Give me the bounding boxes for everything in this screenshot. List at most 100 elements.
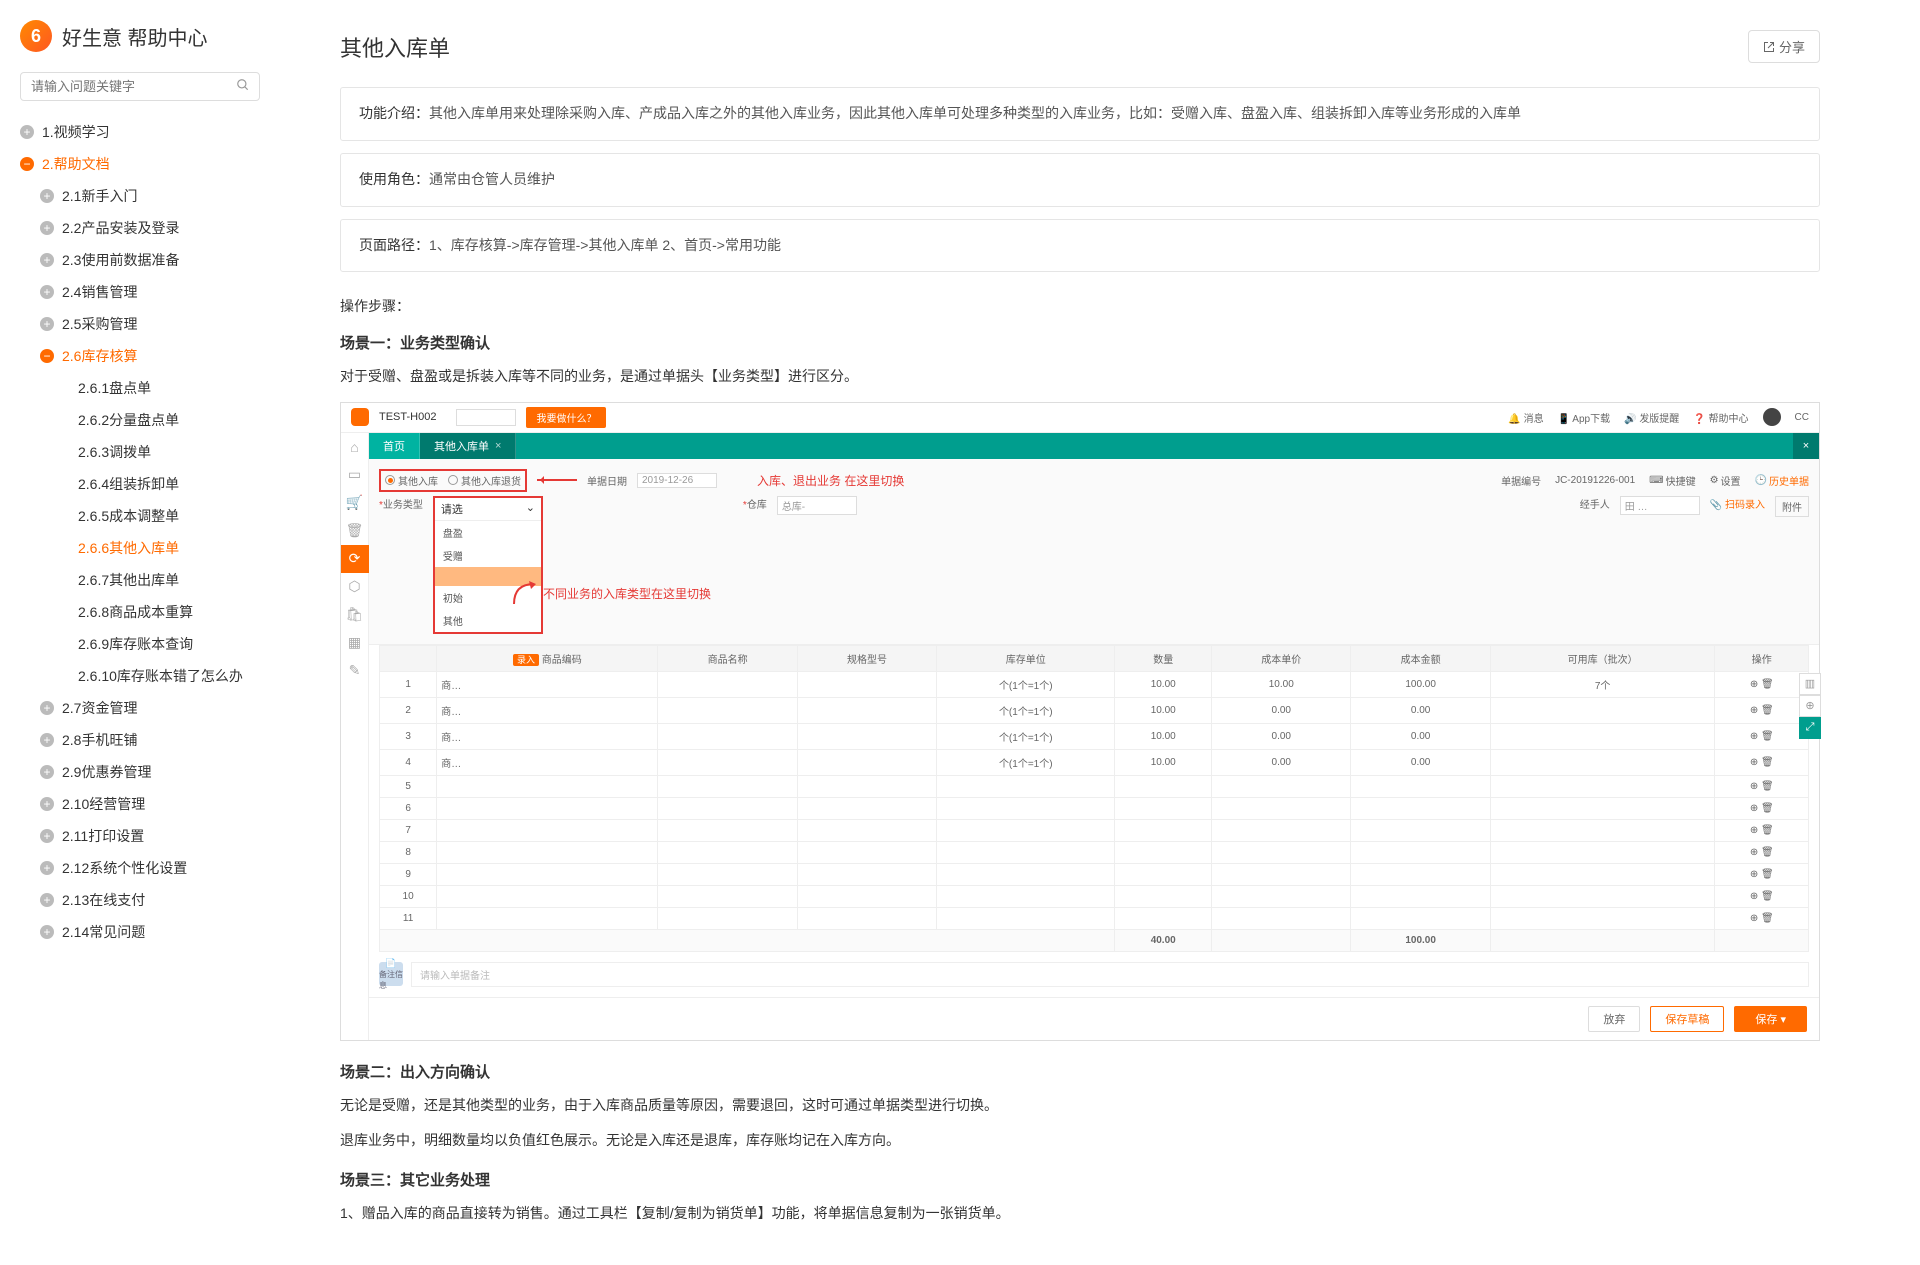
shot-side-icon[interactable]: ⌂ xyxy=(341,433,369,461)
draft-button[interactable]: 保存草稿 xyxy=(1650,1006,1724,1032)
table-row-empty[interactable]: 6⊕ 🗑 xyxy=(380,797,1809,819)
shot-tab-home[interactable]: 首页 xyxy=(369,433,420,459)
nav-label: 2.5采购管理 xyxy=(62,314,137,334)
tool-icon[interactable]: ▥ xyxy=(1799,673,1821,695)
nav-item[interactable]: 2.6.8商品成本重算 xyxy=(20,596,280,628)
shot-top-search-input[interactable] xyxy=(456,409,516,426)
table-row-empty[interactable]: 10⊕ 🗑 xyxy=(380,885,1809,907)
expand-icon[interactable]: + xyxy=(40,285,54,299)
scan-link[interactable]: 📎 扫码录入 xyxy=(1710,496,1765,511)
shot-link-release[interactable]: 🔊 发版提醒 xyxy=(1624,410,1679,425)
save-button[interactable]: 保存 ▾ xyxy=(1734,1006,1807,1032)
table-row-empty[interactable]: 5⊕ 🗑 xyxy=(380,775,1809,797)
nav-item[interactable]: +2.14常见问题 xyxy=(20,916,280,948)
shot-form: 其他入库 其他入库退货 单据日期 2019-12-26 入库、退出业务 在这里切… xyxy=(369,459,1819,645)
shot-side-icon[interactable]: ⬡ xyxy=(341,573,369,601)
nav-item[interactable]: +2.12系统个性化设置 xyxy=(20,852,280,884)
table-row-empty[interactable]: 9⊕ 🗑 xyxy=(380,863,1809,885)
expand-icon[interactable]: + xyxy=(40,765,54,779)
shortcut-link[interactable]: ⌨ 快捷键 xyxy=(1649,473,1695,488)
nav-item[interactable]: 2.6.1盘点单 xyxy=(20,372,280,404)
attach-button[interactable]: 附件 xyxy=(1775,496,1809,517)
table-row[interactable]: 2商…个(1个=1个)10.000.000.00⊕ 🗑 xyxy=(380,697,1809,723)
tool-icon[interactable]: ⤢ xyxy=(1799,717,1821,739)
shot-side-icon[interactable]: 🗑 xyxy=(341,517,369,545)
expand-icon[interactable]: + xyxy=(40,317,54,331)
expand-icon[interactable]: + xyxy=(40,861,54,875)
nav-item[interactable]: +2.8手机旺铺 xyxy=(20,724,280,756)
expand-icon[interactable]: + xyxy=(40,701,54,715)
shot-link-app[interactable]: 📱 App下载 xyxy=(1558,410,1610,425)
nav-item[interactable]: +2.3使用前数据准备 xyxy=(20,244,280,276)
nav-item[interactable]: +2.10经营管理 xyxy=(20,788,280,820)
collapse-icon[interactable]: − xyxy=(40,349,54,363)
expand-icon[interactable]: + xyxy=(40,189,54,203)
close-icon[interactable]: × xyxy=(495,440,501,452)
wh-input[interactable]: 总库- xyxy=(777,496,857,515)
nav-item[interactable]: −2.帮助文档 xyxy=(20,148,280,180)
dropdown-option[interactable]: 受赠 xyxy=(435,544,541,567)
table-row-empty[interactable]: 7⊕ 🗑 xyxy=(380,819,1809,841)
shot-link-msg[interactable]: 🔔 消息 xyxy=(1508,410,1543,425)
shot-tabs-close-all[interactable]: × xyxy=(1793,433,1819,459)
remark-icon: 📄备注信息 xyxy=(379,962,403,986)
shot-side-icon[interactable]: ✎ xyxy=(341,657,369,685)
nav-item[interactable]: +2.5采购管理 xyxy=(20,308,280,340)
table-row[interactable]: 1商…个(1个=1个)10.0010.00100.007个⊕ 🗑 xyxy=(380,671,1809,697)
search-input[interactable] xyxy=(20,72,260,101)
shot-guide-button[interactable]: 我要做什么？ xyxy=(526,407,606,428)
nav-item[interactable]: 2.6.4组装拆卸单 xyxy=(20,468,280,500)
expand-icon[interactable]: + xyxy=(40,893,54,907)
table-row[interactable]: 3商…个(1个=1个)10.000.000.00⊕ 🗑 xyxy=(380,723,1809,749)
dropdown-option[interactable]: 其他 xyxy=(435,609,541,632)
collapse-icon[interactable]: − xyxy=(20,157,34,171)
shot-tab-active[interactable]: 其他入库单× xyxy=(420,433,516,459)
shot-avatar[interactable] xyxy=(1763,408,1781,426)
nav-item[interactable]: +2.11打印设置 xyxy=(20,820,280,852)
nav-item[interactable]: +2.9优惠券管理 xyxy=(20,756,280,788)
shot-side-icon[interactable]: ▭ xyxy=(341,461,369,489)
expand-icon[interactable]: + xyxy=(40,797,54,811)
date-input[interactable]: 2019-12-26 xyxy=(637,473,717,488)
biz-select[interactable]: 请选⌄ xyxy=(435,498,541,521)
radio-in[interactable]: 其他入库 xyxy=(385,473,438,488)
nav-item[interactable]: 2.6.2分量盘点单 xyxy=(20,404,280,436)
nav-item[interactable]: +2.7资金管理 xyxy=(20,692,280,724)
abandon-button[interactable]: 放弃 xyxy=(1588,1006,1640,1032)
shot-side-icon[interactable]: ▦ xyxy=(341,629,369,657)
expand-icon[interactable]: + xyxy=(40,733,54,747)
table-row-empty[interactable]: 8⊕ 🗑 xyxy=(380,841,1809,863)
expand-icon[interactable]: + xyxy=(40,925,54,939)
person-input[interactable]: 田 … xyxy=(1620,496,1700,515)
shot-side-icon[interactable]: 🛍 xyxy=(341,601,369,629)
shot-side-icon-active[interactable]: ⟳ xyxy=(341,545,369,573)
nav-item[interactable]: +2.2产品安装及登录 xyxy=(20,212,280,244)
nav-item[interactable]: +2.1新手入门 xyxy=(20,180,280,212)
expand-icon[interactable]: + xyxy=(20,125,34,139)
expand-icon[interactable]: + xyxy=(40,829,54,843)
nav-item[interactable]: +2.13在线支付 xyxy=(20,884,280,916)
expand-icon[interactable]: + xyxy=(40,221,54,235)
nav-item[interactable]: 2.6.3调拨单 xyxy=(20,436,280,468)
nav-item[interactable]: +1.视频学习 xyxy=(20,116,280,148)
table-row[interactable]: 4商…个(1个=1个)10.000.000.00⊕ 🗑 xyxy=(380,749,1809,775)
share-button[interactable]: 分享 xyxy=(1748,30,1820,63)
table-row-empty[interactable]: 11⊕ 🗑 xyxy=(380,907,1809,929)
settings-link[interactable]: ⚙ 设置 xyxy=(1710,473,1741,488)
shot-side-icon[interactable]: 🛒 xyxy=(341,489,369,517)
history-link[interactable]: 🕒 历史单据 xyxy=(1755,473,1809,488)
search-icon[interactable] xyxy=(236,78,250,95)
nav-item[interactable]: 2.6.9库存账本查询 xyxy=(20,628,280,660)
nav-item[interactable]: 2.6.10库存账本错了怎么办 xyxy=(20,660,280,692)
tool-icon[interactable]: ⊕ xyxy=(1799,695,1821,717)
nav-item[interactable]: 2.6.6其他入库单 xyxy=(20,532,280,564)
dropdown-option[interactable]: 盘盈 xyxy=(435,521,541,544)
nav-item[interactable]: +2.4销售管理 xyxy=(20,276,280,308)
nav-item[interactable]: 2.6.5成本调整单 xyxy=(20,500,280,532)
expand-icon[interactable]: + xyxy=(40,253,54,267)
nav-item[interactable]: −2.6库存核算 xyxy=(20,340,280,372)
remark-input[interactable]: 请输入单据备注 xyxy=(411,962,1809,987)
radio-return[interactable]: 其他入库退货 xyxy=(448,473,521,488)
nav-item[interactable]: 2.6.7其他出库单 xyxy=(20,564,280,596)
shot-link-help[interactable]: ❓ 帮助中心 xyxy=(1693,410,1748,425)
